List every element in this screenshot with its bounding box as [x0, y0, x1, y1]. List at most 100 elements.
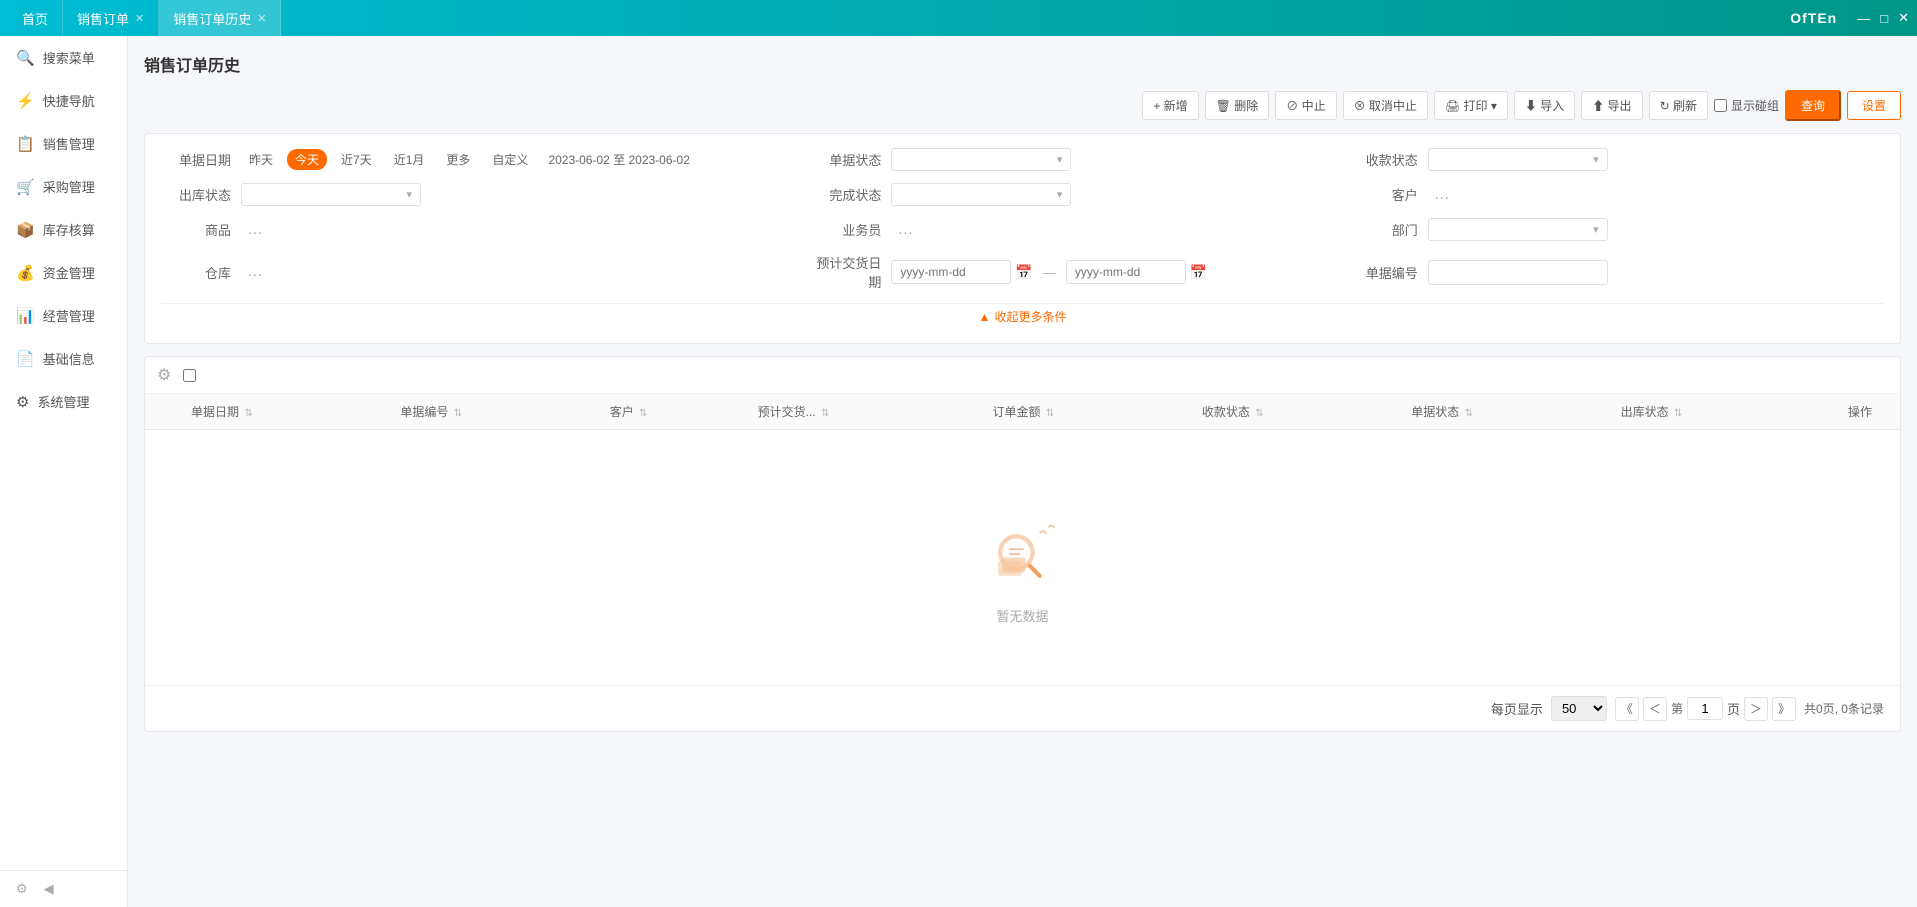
tab-sales-order-history[interactable]: 销售订单历史 ✕: [159, 0, 281, 36]
stop-button-label: ⊘ 中止: [1286, 97, 1325, 114]
tab-sales-order[interactable]: 销售订单 ✕: [63, 0, 159, 36]
bill-status-select[interactable]: ▾: [891, 148, 1071, 171]
export-button-label: ⬆ 导出: [1592, 97, 1631, 114]
sidebar-item-finance-label: 资金管理: [43, 263, 95, 282]
sidebar-item-operations[interactable]: 📊 经营管理: [0, 294, 127, 337]
goods-dots[interactable]: …: [247, 221, 263, 239]
sidebar-item-sales-mgmt[interactable]: 📋 销售管理: [0, 122, 127, 165]
th-delivery-status[interactable]: 出库状态 ⇅: [1611, 394, 1820, 430]
filter-row-warehouse: 仓库 … 预计交货日期 📅 — 📅 单据编号: [161, 253, 1884, 291]
brand-text: OfTEn: [1790, 10, 1837, 26]
settings-button[interactable]: 设置: [1847, 91, 1901, 120]
query-button[interactable]: 查询: [1785, 90, 1841, 121]
tab-sales-order-history-close[interactable]: ✕: [257, 12, 266, 25]
tab-sales-order-label: 销售订单: [77, 9, 129, 28]
complete-status-arrow: ▾: [1057, 188, 1063, 201]
date-range-text: 2023-06-02 至 2023-06-02: [548, 151, 689, 168]
calendar-end-icon: 📅: [1190, 264, 1207, 281]
sort-bill-status: ⇅: [1465, 408, 1473, 419]
sidebar-item-basic-info[interactable]: 📄 基础信息: [0, 337, 127, 380]
collapse-btn[interactable]: ▲ 收起更多条件: [161, 303, 1884, 329]
delete-button[interactable]: 🗑 删除: [1205, 91, 1270, 120]
delivery-status-value: ▾: [241, 183, 811, 206]
dept-select[interactable]: ▾: [1428, 218, 1608, 241]
sidebar-item-search-menu-label: 搜索菜单: [43, 48, 95, 67]
warehouse-dots[interactable]: …: [247, 263, 263, 281]
bill-number-input[interactable]: [1428, 260, 1608, 285]
add-button[interactable]: + 新增: [1142, 91, 1198, 120]
th-bill-date[interactable]: 单据日期 ⇅: [181, 394, 390, 430]
goods-value: …: [241, 221, 811, 239]
import-button[interactable]: ⬇ 导入: [1514, 91, 1575, 120]
table-settings-icon[interactable]: ⚙: [157, 365, 171, 385]
query-button-label: 查询: [1801, 99, 1825, 113]
inventory-icon: 📦: [16, 221, 35, 239]
date-label: 单据日期: [161, 150, 241, 169]
show-columns-checkbox[interactable]: [1714, 99, 1727, 112]
sidebar-item-system-mgmt[interactable]: ⚙ 系统管理: [0, 380, 127, 423]
sidebar-item-search-menu[interactable]: 🔍 搜索菜单: [0, 36, 127, 79]
complete-status-select[interactable]: ▾: [891, 183, 1071, 206]
sidebar-item-purchase-mgmt[interactable]: 🛒 采购管理: [0, 165, 127, 208]
show-columns-label[interactable]: 显示碰组: [1714, 97, 1779, 114]
th-delivery-date[interactable]: 预计交货... ⇅: [748, 394, 983, 430]
date-btn-last7[interactable]: 近7天: [333, 149, 380, 170]
sidebar-item-quick-nav[interactable]: ⚡ 快捷导航: [0, 79, 127, 122]
tab-sales-order-close[interactable]: ✕: [135, 12, 144, 25]
th-bill-status[interactable]: 单据状态 ⇅: [1401, 394, 1610, 430]
sidebar-item-inventory[interactable]: 📦 库存核算: [0, 208, 127, 251]
complete-status-label: 完成状态: [811, 185, 891, 204]
sidebar-collapse-icon[interactable]: ◀: [44, 881, 54, 897]
last-page-btn[interactable]: 》: [1772, 697, 1796, 721]
warehouse-label: 仓库: [161, 263, 241, 282]
sidebar-settings-icon[interactable]: ⚙: [16, 881, 28, 897]
delivery-status-arrow: ▾: [406, 188, 412, 201]
tab-home[interactable]: 首页: [8, 0, 63, 36]
next-page-btn[interactable]: ＞: [1744, 697, 1768, 721]
data-table: 单据日期 ⇅ 单据编号 ⇅ 客户 ⇅ 预计交货... ⇅: [145, 394, 1900, 685]
window-close[interactable]: ✕: [1898, 10, 1909, 26]
purchase-mgmt-icon: 🛒: [16, 178, 35, 196]
salesperson-label: 业务员: [811, 220, 891, 239]
page-number-input[interactable]: [1687, 697, 1723, 720]
th-operation: 操作: [1820, 394, 1900, 430]
th-receipt-status[interactable]: 收款状态 ⇅: [1192, 394, 1401, 430]
date-btn-more[interactable]: 更多: [438, 149, 478, 170]
page-size-select[interactable]: 50 10 20 100: [1551, 696, 1607, 721]
refresh-button[interactable]: ↻ 刷新: [1649, 91, 1708, 120]
select-all-checkbox[interactable]: [183, 369, 196, 382]
calendar-start-icon: 📅: [1015, 264, 1032, 281]
customer-dots[interactable]: …: [1434, 186, 1450, 204]
sidebar: 🔍 搜索菜单 ⚡ 快捷导航 📋 销售管理 🛒 采购管理 📦 库存核算 💰 资金管…: [0, 36, 128, 907]
first-page-btn[interactable]: 《: [1615, 697, 1639, 721]
print-button[interactable]: 🖨 打印 ▾: [1434, 91, 1508, 120]
date-btn-custom[interactable]: 自定义: [484, 149, 536, 170]
receipt-status-arrow: ▾: [1593, 153, 1599, 166]
dept-value: ▾: [1428, 218, 1884, 241]
window-minimize[interactable]: —: [1857, 11, 1870, 26]
sort-delivery-status: ⇅: [1674, 408, 1682, 419]
delivery-date-end-input[interactable]: [1066, 260, 1186, 284]
salesperson-dots[interactable]: …: [897, 221, 913, 239]
th-customer[interactable]: 客户 ⇅: [600, 394, 748, 430]
receipt-status-select[interactable]: ▾: [1428, 148, 1608, 171]
window-restore[interactable]: □: [1880, 11, 1888, 26]
cancel-stop-button-label: ⊗ 取消中止: [1354, 97, 1417, 114]
sidebar-item-operations-label: 经营管理: [43, 306, 95, 325]
export-button[interactable]: ⬆ 导出: [1581, 91, 1642, 120]
cancel-stop-button[interactable]: ⊗ 取消中止: [1343, 91, 1428, 120]
date-btn-last1m[interactable]: 近1月: [386, 149, 433, 170]
sidebar-item-purchase-mgmt-label: 采购管理: [43, 177, 95, 196]
th-order-amount[interactable]: 订单金额 ⇅: [983, 394, 1192, 430]
date-btn-today[interactable]: 今天: [287, 149, 327, 170]
bill-status-label: 单据状态: [811, 150, 891, 169]
date-btn-yesterday[interactable]: 昨天: [241, 149, 281, 170]
delivery-date-start-input[interactable]: [891, 260, 1011, 284]
stop-button[interactable]: ⊘ 中止: [1275, 91, 1336, 120]
sidebar-item-finance[interactable]: 💰 资金管理: [0, 251, 127, 294]
th-bill-number[interactable]: 单据编号 ⇅: [390, 394, 599, 430]
goods-label: 商品: [161, 220, 241, 239]
bill-number-value: [1428, 260, 1884, 285]
delivery-status-select[interactable]: ▾: [241, 183, 421, 206]
prev-page-btn[interactable]: ＜: [1643, 697, 1667, 721]
